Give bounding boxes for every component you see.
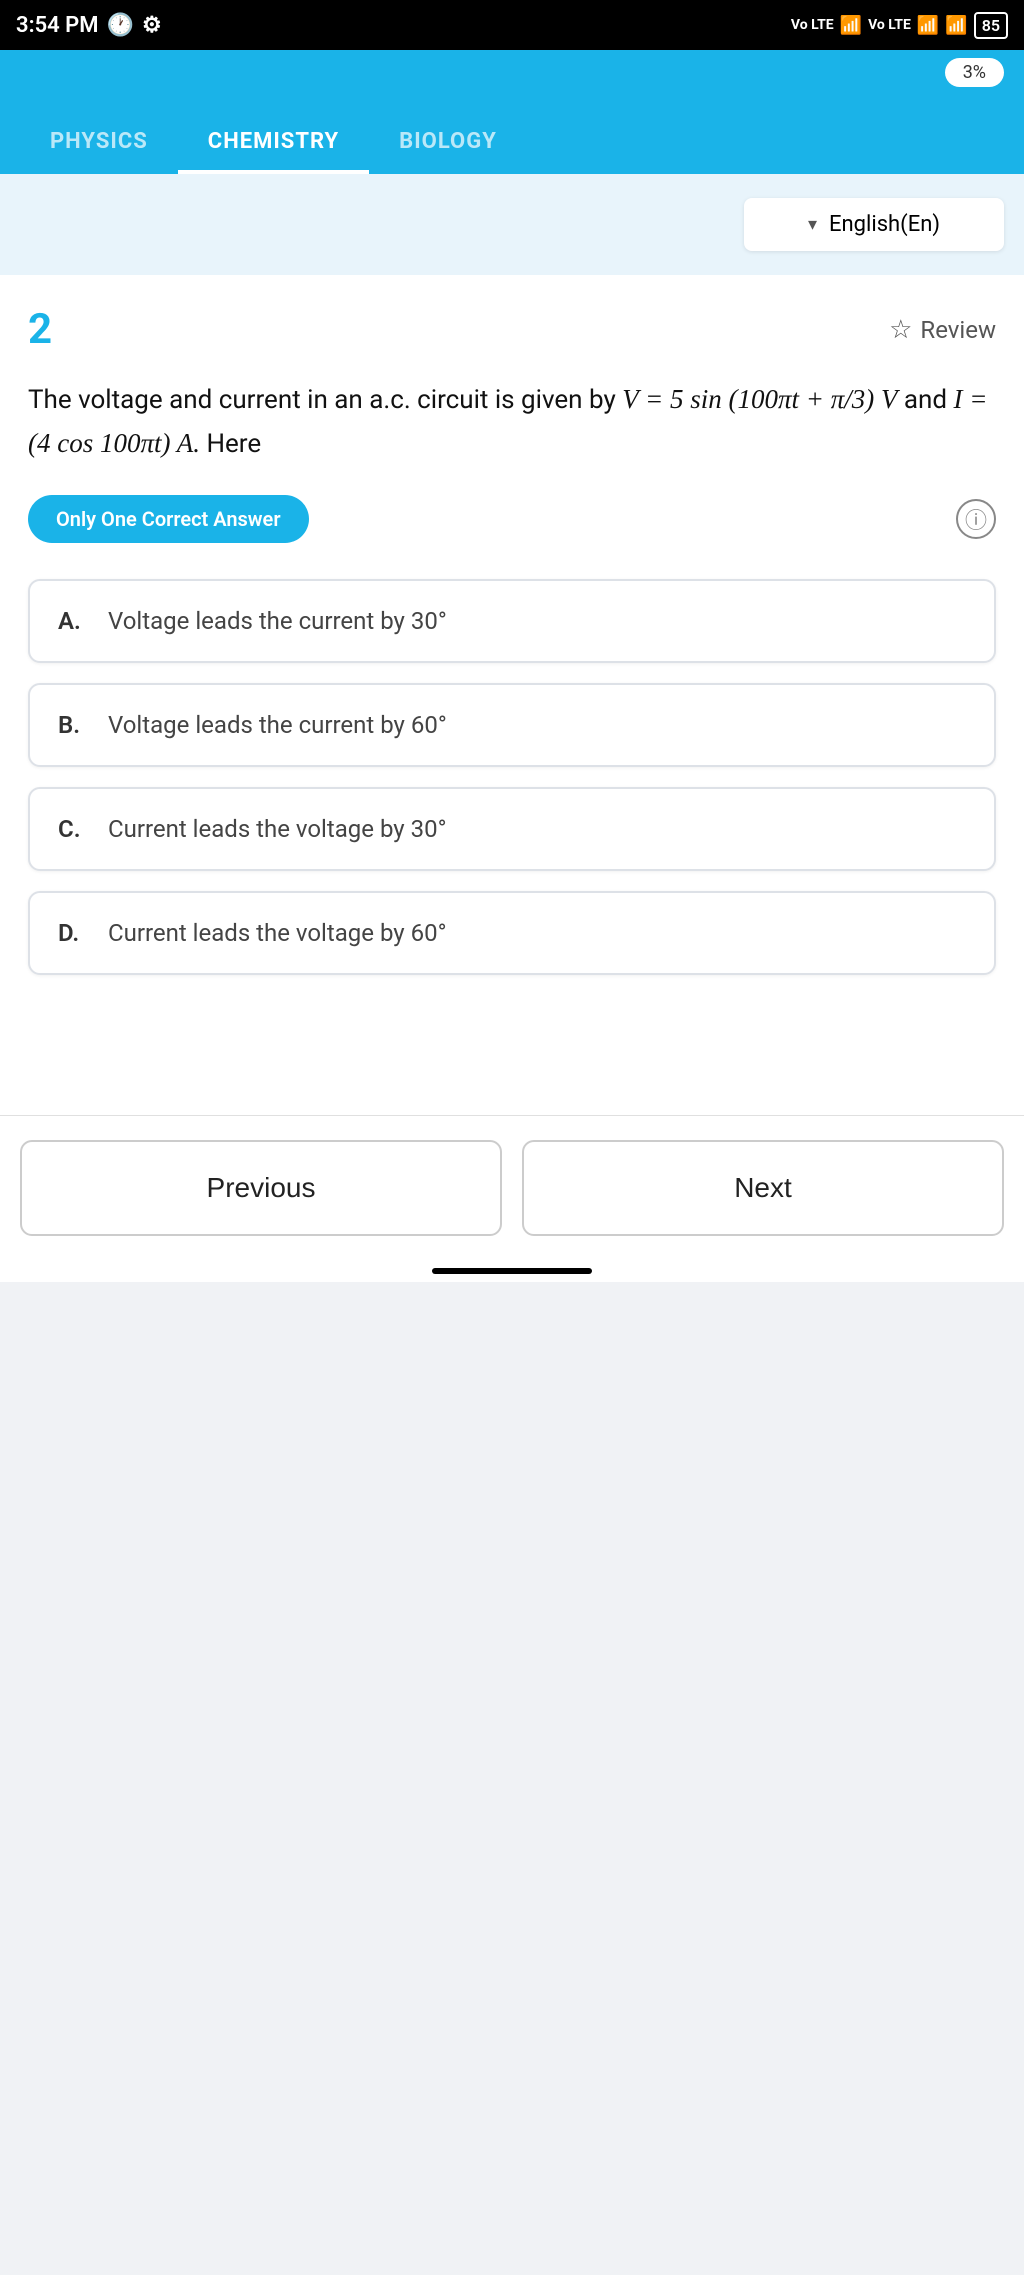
content-spacer (28, 1015, 996, 1095)
main-content: 2 ☆ Review The voltage and current in an… (0, 275, 1024, 1115)
question-text-part1: The voltage and current in an a.c. circu… (28, 385, 988, 459)
tab-physics[interactable]: PHYSICS (20, 113, 178, 174)
language-label: English(En) (829, 212, 940, 237)
home-indicator (0, 1256, 1024, 1282)
option-d-label: D. (58, 919, 88, 947)
signal-icon2: 📶 (917, 15, 939, 36)
wifi-icon: 📶 (945, 15, 967, 36)
options-list: A. Voltage leads the current by 30° B. V… (28, 579, 996, 975)
answer-type-row: Only One Correct Answer ⓘ (28, 495, 996, 543)
review-label: Review (920, 316, 996, 344)
info-icon[interactable]: ⓘ (956, 499, 996, 539)
progress-bar-area: 3% (0, 50, 1024, 94)
progress-pill: 3% (945, 58, 1004, 87)
vo-lte-icon2: Vo LTE (868, 17, 911, 33)
next-button[interactable]: Next (522, 1140, 1004, 1236)
time-display: 3:54 PM (16, 13, 99, 38)
option-a-text: Voltage leads the current by 30° (108, 607, 447, 635)
vo-lte-icon: Vo LTE (791, 17, 834, 33)
formula-v: V = 5 sin (100πt + π/3) V (622, 384, 897, 414)
language-area: ▾ English(En) (0, 174, 1024, 275)
language-dropdown[interactable]: ▾ English(En) (744, 198, 1004, 251)
status-right: Vo LTE 📶 Vo LTE 📶 📶 85 (791, 12, 1008, 39)
option-b[interactable]: B. Voltage leads the current by 60° (28, 683, 996, 767)
review-button[interactable]: ☆ Review (889, 315, 996, 345)
option-d-text: Current leads the voltage by 60° (108, 919, 447, 947)
tab-biology[interactable]: BIOLOGY (369, 113, 527, 174)
settings-icon: ⚙ (142, 13, 162, 38)
answer-type-badge: Only One Correct Answer (28, 495, 309, 543)
question-text: The voltage and current in an a.c. circu… (28, 378, 996, 465)
option-c[interactable]: C. Current leads the voltage by 30° (28, 787, 996, 871)
option-d[interactable]: D. Current leads the voltage by 60° (28, 891, 996, 975)
star-icon: ☆ (889, 315, 912, 345)
tab-bar: PHYSICS CHEMISTRY BIOLOGY (0, 94, 1024, 174)
home-bar (432, 1268, 592, 1274)
clock-icon: 🕐 (107, 13, 134, 38)
status-left: 3:54 PM 🕐 ⚙ (16, 13, 162, 38)
chevron-down-icon: ▾ (808, 214, 817, 235)
question-number: 2 (28, 305, 52, 354)
question-header: 2 ☆ Review (28, 305, 996, 354)
status-bar: 3:54 PM 🕐 ⚙ Vo LTE 📶 Vo LTE 📶 📶 85 (0, 0, 1024, 50)
option-b-label: B. (58, 711, 88, 739)
previous-button[interactable]: Previous (20, 1140, 502, 1236)
signal-icon1: 📶 (840, 15, 862, 36)
option-a[interactable]: A. Voltage leads the current by 30° (28, 579, 996, 663)
battery-display: 85 (974, 12, 1008, 39)
option-b-text: Voltage leads the current by 60° (108, 711, 447, 739)
option-c-label: C. (58, 815, 88, 843)
option-a-label: A. (58, 607, 88, 635)
option-c-text: Current leads the voltage by 30° (108, 815, 447, 843)
bottom-navigation: Previous Next (0, 1115, 1024, 1256)
tab-chemistry[interactable]: CHEMISTRY (178, 113, 369, 174)
